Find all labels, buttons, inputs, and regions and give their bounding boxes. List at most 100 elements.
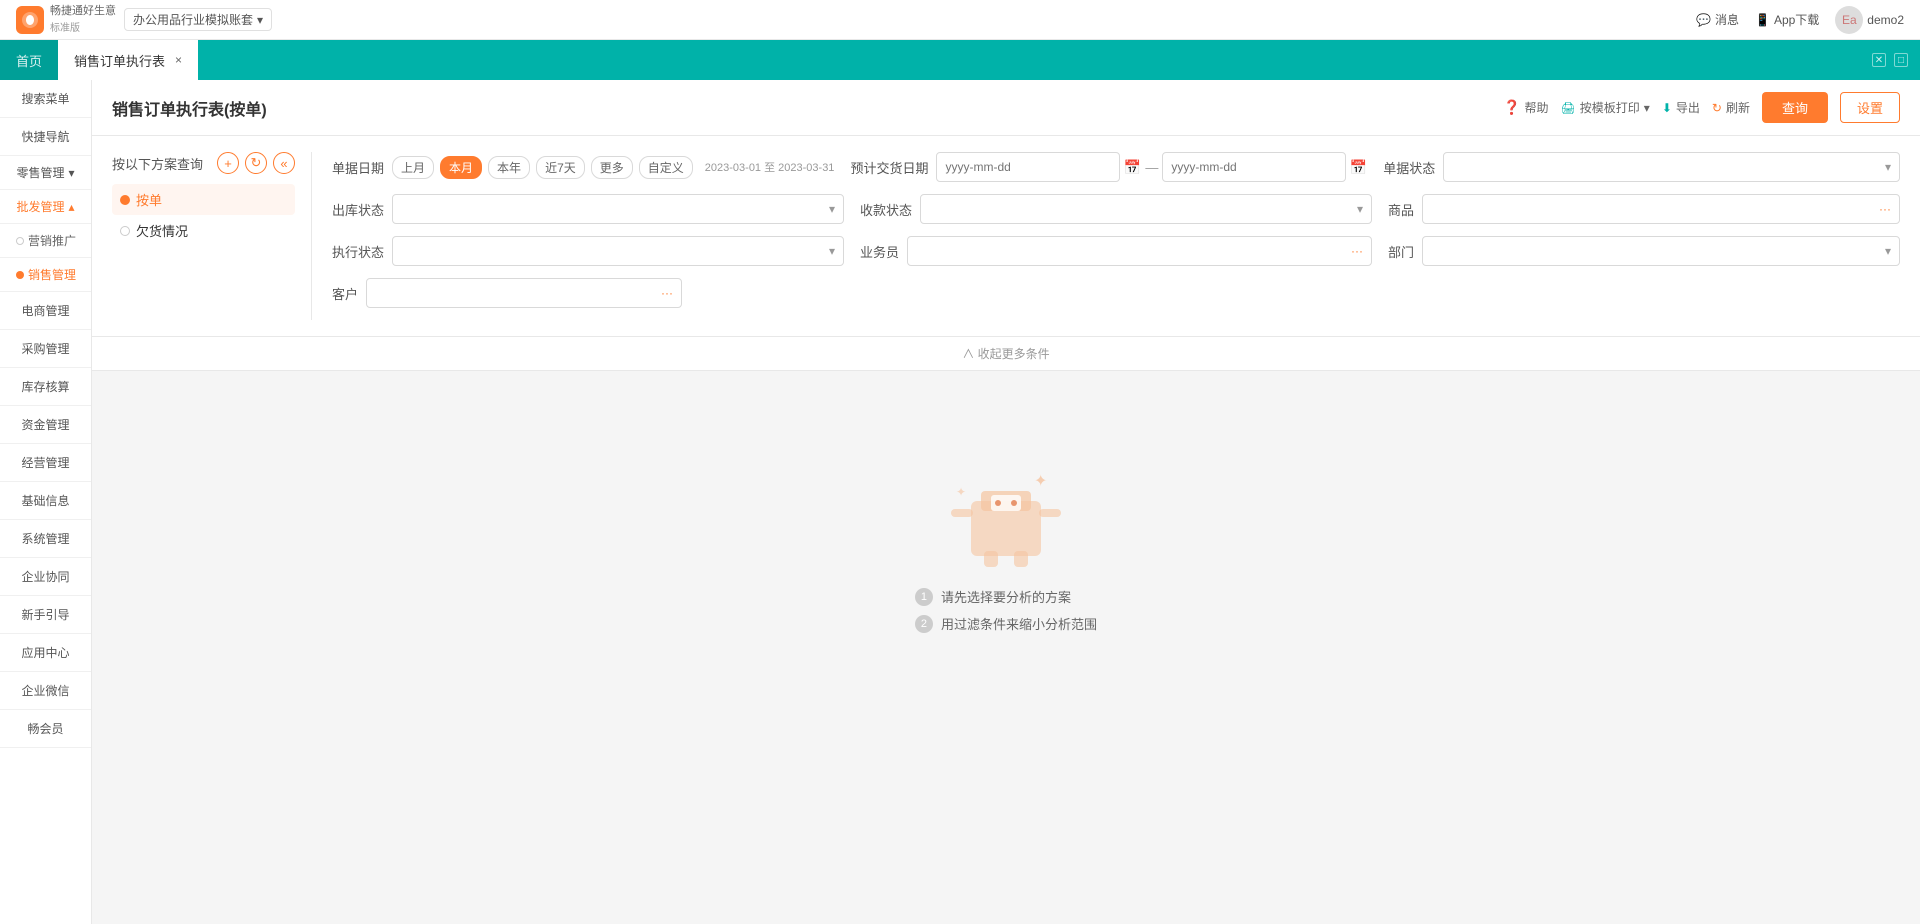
out-status-select[interactable]: ▾ [392,194,844,224]
date-tag-thisyear[interactable]: 本年 [488,156,530,179]
print-icon: 🖨 [1561,101,1576,115]
sidebar-item-appstore[interactable]: 应用中心 [0,634,91,672]
date-tag-thismonth[interactable]: 本月 [440,156,482,179]
filter-date-item: 单据日期 上月 本月 本年 近7天 更多 自定义 2023-03-01 至 20… [332,156,834,179]
appstore-label: 应用中心 [21,646,69,660]
print-btn[interactable]: 🖨 按模板打印 ▾ [1561,99,1650,116]
print-chevron-icon: ▾ [1644,101,1650,115]
filter-area: 按以下方案查询 + ↻ « 按单 欠货情况 [92,136,1920,337]
win-maximize-btn[interactable]: □ [1894,53,1908,67]
date-tag-lastmonth[interactable]: 上月 [392,156,434,179]
sidebar-item-member[interactable]: 畅会员 [0,710,91,748]
date-tag-more[interactable]: 更多 [591,156,633,179]
empty-steps: 1 请先选择要分析的方案 2 用过滤条件来缩小分析范围 [915,587,1097,633]
out-status-chevron-icon: ▾ [829,202,835,216]
sidebar: 搜索菜单 快捷导航 零售管理 ▾ 批发管理 ▴ 营销推广 销售管理 电商管理 采… [0,80,92,924]
retail-chevron-icon: ▾ [68,166,74,180]
export-btn[interactable]: ⬇ 导出 [1662,99,1700,116]
sidebar-item-corp[interactable]: 企业协同 [0,558,91,596]
empty-step-1: 1 请先选择要分析的方案 [915,587,1097,606]
export-icon: ⬇ [1662,101,1672,115]
dept-label: 部门 [1388,242,1414,261]
sidebar-item-ecommerce[interactable]: 电商管理 [0,292,91,330]
app-download-btn[interactable]: 📱 App下载 [1755,11,1819,28]
tab-close-icon[interactable]: × [175,53,182,67]
filter-collect-status-item: 收款状态 ▾ [860,194,1372,224]
doc-status-select[interactable]: ▾ [1443,152,1900,182]
settings-button[interactable]: 设置 [1840,92,1900,123]
scheme-bydebt-label: 欠货情况 [136,221,188,240]
date-tag-7days[interactable]: 近7天 [536,156,585,179]
home-tab-label: 首页 [16,51,42,70]
query-button[interactable]: 查询 [1762,92,1828,123]
sidebar-item-finance[interactable]: 资金管理 [0,406,91,444]
filter-salesman-item: 业务员 ··· [860,236,1372,266]
scheme-item-bydebt[interactable]: 欠货情况 [112,215,295,246]
exec-status-chevron-icon: ▾ [829,244,835,258]
sidebar-item-retail[interactable]: 零售管理 ▾ [0,156,91,190]
collect-status-select[interactable]: ▾ [920,194,1372,224]
top-bar-left: 畅捷通好生意 标准版 办公用品行业模拟账套 ▾ [16,5,272,33]
print-label: 按模板打印 [1580,99,1640,116]
scheme-collapse-btn[interactable]: « [273,152,295,174]
marketing-label: 营销推广 [28,232,76,249]
goods-dots-icon: ··· [1879,202,1891,216]
download-icon: 📱 [1755,13,1770,27]
customer-dots-icon: ··· [661,286,673,300]
home-tab[interactable]: 首页 [0,40,58,80]
system-label: 系统管理 [21,532,69,546]
scheme-title: 按以下方案查询 [112,154,203,173]
scheme-refresh-btn[interactable]: ↻ [245,152,267,174]
collapse-bar[interactable]: ∧ 收起更多条件 [92,337,1920,371]
scheme-add-btn[interactable]: + [217,152,239,174]
refresh-label: 刷新 [1726,99,1750,116]
filter-row-date: 单据日期 上月 本月 本年 近7天 更多 自定义 2023-03-01 至 20… [332,152,1900,182]
newbie-label: 新手引导 [21,608,69,622]
salesman-select[interactable]: ··· [907,236,1372,266]
sidebar-item-sales[interactable]: 销售管理 [0,258,91,292]
svg-text:✦: ✦ [1034,473,1047,490]
collapse-arrow-icon: ∧ [962,347,974,361]
expected-date-end[interactable] [1162,152,1345,182]
scheme-header: 按以下方案查询 + ↻ « [112,152,295,174]
active-tab[interactable]: 销售订单执行表 × [58,40,198,80]
sidebar-item-inventory[interactable]: 库存核算 [0,368,91,406]
help-btn[interactable]: ❓ 帮助 [1503,99,1548,116]
date-tag-custom[interactable]: 自定义 [639,156,693,179]
date-tags: 上月 本月 本年 近7天 更多 自定义 [392,156,693,179]
calendar-end-icon[interactable]: 📅 [1350,159,1367,176]
sidebar-item-marketing[interactable]: 营销推广 [0,224,91,258]
user-area[interactable]: Ea demo2 [1835,6,1904,34]
filter-out-status-item: 出库状态 ▾ [332,194,844,224]
goods-select[interactable]: ··· [1422,194,1900,224]
scheme-item-byorder[interactable]: 按单 [112,184,295,215]
exec-status-select[interactable]: ▾ [392,236,844,266]
help-icon: ❓ [1503,99,1520,116]
empty-illustration: ✦ ✦ [946,451,1066,571]
page-actions: ❓ 帮助 🖨 按模板打印 ▾ ⬇ 导出 ↻ 刷新 查询 设置 [1503,92,1900,123]
filter-customer-item: 客户 ··· [332,278,682,308]
sidebar-item-system[interactable]: 系统管理 [0,520,91,558]
calendar-start-icon[interactable]: 📅 [1124,159,1141,176]
message-btn[interactable]: 💬 消息 [1696,11,1739,28]
search-label: 搜索菜单 [21,92,69,106]
scheme-byorder-label: 按单 [136,190,162,209]
company-selector[interactable]: 办公用品行业模拟账套 ▾ [124,8,272,31]
sidebar-item-basic[interactable]: 基础信息 [0,482,91,520]
sidebar-item-wholesale[interactable]: 批发管理 ▴ [0,190,91,224]
sidebar-item-purchase[interactable]: 采购管理 [0,330,91,368]
sidebar-search[interactable]: 搜索菜单 [0,80,91,118]
refresh-btn[interactable]: ↻ 刷新 [1712,99,1750,116]
customer-label: 客户 [332,284,358,303]
customer-select[interactable]: ··· [366,278,682,308]
win-close-btn[interactable]: ✕ [1872,53,1886,67]
sidebar-item-operations[interactable]: 经营管理 [0,444,91,482]
date-separator: — [1145,160,1158,175]
dept-select[interactable]: ▾ [1422,236,1900,266]
sidebar-item-wechat[interactable]: 企业微信 [0,672,91,710]
app-logo [16,6,44,34]
expected-date-start[interactable] [936,152,1119,182]
sidebar-item-newbie[interactable]: 新手引导 [0,596,91,634]
empty-step-2: 2 用过滤条件来缩小分析范围 [915,614,1097,633]
sidebar-quick-nav[interactable]: 快捷导航 [0,118,91,156]
